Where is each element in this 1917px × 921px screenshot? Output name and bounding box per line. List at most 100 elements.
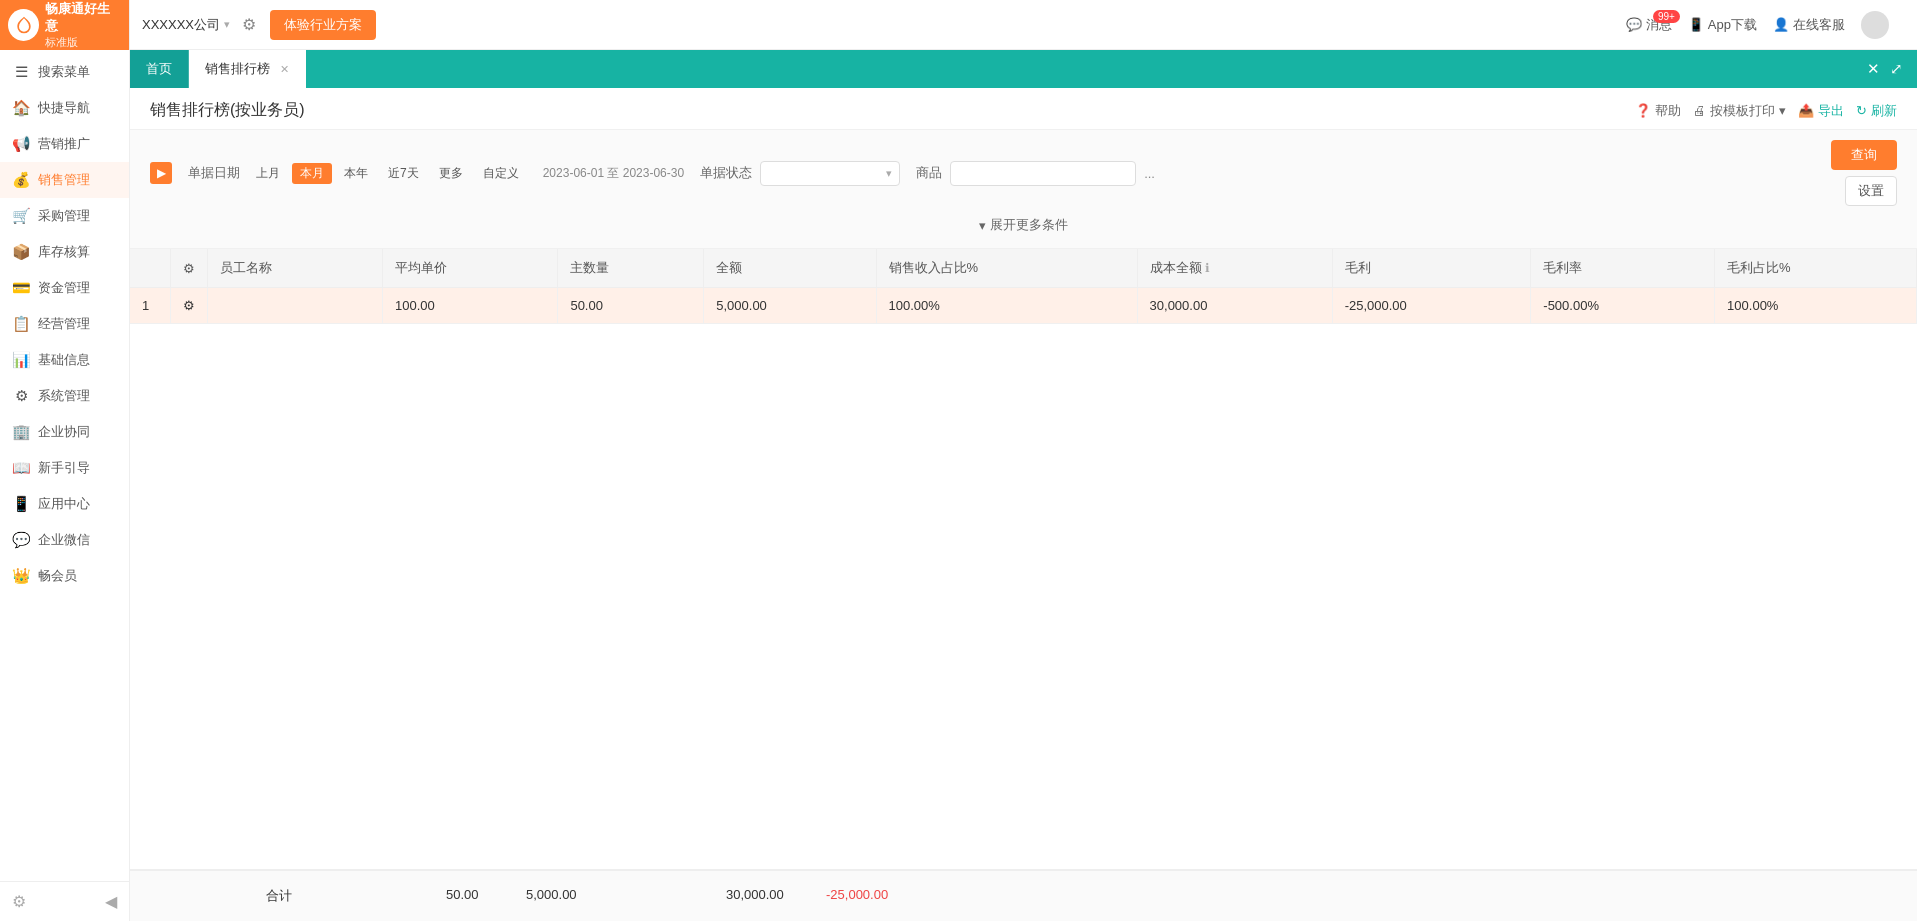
sidebar-label: 应用中心	[38, 495, 90, 513]
apps-icon: 📱	[12, 495, 30, 513]
date-option-last7[interactable]: 近7天	[380, 163, 427, 184]
home-icon: 🏠	[12, 99, 30, 117]
sidebar-item-purchase[interactable]: 🛒 采购管理	[0, 198, 129, 234]
filter-row-main: ▶ 单据日期 上月 本月 本年 近7天 更多 自定义 202	[150, 140, 1897, 206]
export-icon: 📤	[1798, 103, 1814, 118]
sidebar-item-search-order[interactable]: ☰ 搜索菜单	[0, 54, 129, 90]
filter-bar: ▶ 单据日期 上月 本月 本年 近7天 更多 自定义 202	[130, 130, 1917, 249]
print-dropdown-icon: ▾	[1779, 103, 1786, 118]
topbar: XXXXXX公司 ▾ ⚙ 体验行业方案 💬 消息 99+ 📱 App下载 👤 在…	[130, 0, 1917, 50]
footer-cost: 30,000.00	[714, 881, 814, 911]
col-cost: 成本全额 ℹ	[1137, 249, 1332, 288]
logo-icon	[8, 9, 39, 41]
query-button[interactable]: 查询	[1831, 140, 1897, 170]
refresh-button[interactable]: ↻ 刷新	[1856, 102, 1897, 120]
date-option-current-month[interactable]: 本月	[292, 163, 332, 184]
company-dropdown-arrow: ▾	[224, 18, 230, 31]
company-selector[interactable]: XXXXXX公司 ▾	[142, 16, 230, 34]
sidebar-footer: ⚙ ◀	[0, 881, 129, 921]
cell-gross-rate: -500.00%	[1531, 288, 1715, 324]
sidebar-item-member[interactable]: 👑 畅会员	[0, 558, 129, 594]
settings-button[interactable]: 设置	[1845, 176, 1897, 206]
message-icon: 💬	[1626, 17, 1642, 32]
date-range-display: 2023-06-01 至 2023-06-30	[543, 165, 684, 182]
inventory-icon: 📦	[12, 243, 30, 261]
refresh-icon: ↻	[1856, 103, 1867, 118]
sidebar-item-system[interactable]: ⚙ 系统管理	[0, 378, 129, 414]
sidebar-label: 企业微信	[38, 531, 90, 549]
col-quantity: 主数量	[558, 249, 704, 288]
cell-gross-ratio: 100.00%	[1715, 288, 1917, 324]
sidebar-item-basic[interactable]: 📊 基础信息	[0, 342, 129, 378]
window-controls: ✕ ⤢	[1853, 60, 1917, 78]
expand-row: ▾ 展开更多条件	[150, 212, 1897, 238]
window-maximize-icon[interactable]: ⤢	[1890, 60, 1903, 78]
app-download-button[interactable]: 📱 App下载	[1688, 16, 1757, 34]
export-button[interactable]: 📤 导出	[1798, 102, 1844, 120]
sidebar-item-sales[interactable]: 💰 销售管理	[0, 162, 129, 198]
tab-sales-rank[interactable]: 销售排行榜 ✕	[189, 50, 306, 88]
cell-employee	[207, 288, 382, 324]
goods-input[interactable]	[950, 161, 1136, 186]
app-label: App下载	[1708, 16, 1757, 34]
sidebar-item-operations[interactable]: 📋 经营管理	[0, 306, 129, 342]
sidebar-label: 畅会员	[38, 567, 77, 585]
sidebar-item-marketing[interactable]: 📢 营销推广	[0, 126, 129, 162]
footer-avg-price	[354, 881, 434, 911]
app-icon: 📱	[1688, 17, 1704, 32]
cell-amount: 5,000.00	[704, 288, 876, 324]
sidebar-item-apps[interactable]: 📱 应用中心	[0, 486, 129, 522]
table-row: 1 ⚙ 100.00 50.00 5,000.00 100.00% 30,000…	[130, 288, 1917, 324]
cell-cost: 30,000.00	[1137, 288, 1332, 324]
date-option-more[interactable]: 更多	[431, 163, 471, 184]
message-button[interactable]: 💬 消息 99+	[1626, 16, 1672, 34]
topbar-settings-icon[interactable]: ⚙	[242, 15, 256, 34]
window-close-icon[interactable]: ✕	[1867, 60, 1880, 78]
sidebar-item-wechat[interactable]: 💬 企业微信	[0, 522, 129, 558]
date-option-this-year[interactable]: 本年	[336, 163, 376, 184]
footer-amount: 5,000.00	[514, 881, 614, 911]
settings-footer-icon[interactable]: ⚙	[12, 892, 26, 911]
sidebar-item-finance[interactable]: 💳 资金管理	[0, 270, 129, 306]
col-gross-rate: 毛利率	[1531, 249, 1715, 288]
col-settings[interactable]: ⚙	[170, 249, 207, 288]
online-service-button[interactable]: 👤 在线客服	[1773, 16, 1845, 34]
col-gross: 毛利	[1332, 249, 1531, 288]
goods-more-button[interactable]: ...	[1144, 166, 1155, 181]
sidebar-label: 资金管理	[38, 279, 90, 297]
sidebar-nav: ☰ 搜索菜单 🏠 快捷导航 📢 营销推广 💰 销售管理 🛒 采购管理 📦 库存核…	[0, 50, 129, 881]
filter-toggle-button[interactable]: ▶	[150, 162, 172, 184]
sidebar-item-enterprise[interactable]: 🏢 企业协同	[0, 414, 129, 450]
status-select[interactable]	[760, 161, 900, 186]
footer-total-label: 合计	[254, 881, 354, 911]
col-gross-ratio: 毛利占比%	[1715, 249, 1917, 288]
cost-info-icon: ℹ	[1205, 261, 1210, 275]
sales-icon: 💰	[12, 171, 30, 189]
operations-icon: 📋	[12, 315, 30, 333]
date-option-last-month[interactable]: 上月	[248, 163, 288, 184]
cell-gross: -25,000.00	[1332, 288, 1531, 324]
expand-button[interactable]: ▾ 展开更多条件	[979, 212, 1068, 238]
tab-home[interactable]: 首页	[130, 50, 189, 88]
system-icon: ⚙	[12, 387, 30, 405]
collapse-icon[interactable]: ◀	[105, 892, 117, 911]
tab-close-icon[interactable]: ✕	[280, 63, 289, 76]
member-icon: 👑	[12, 567, 30, 585]
basic-icon: 📊	[12, 351, 30, 369]
help-button[interactable]: ❓ 帮助	[1635, 102, 1681, 120]
page-title: 销售排行榜(按业务员)	[150, 100, 305, 121]
sidebar-item-inventory[interactable]: 📦 库存核算	[0, 234, 129, 270]
trial-button[interactable]: 体验行业方案	[270, 10, 376, 40]
date-option-custom[interactable]: 自定义	[475, 163, 527, 184]
sidebar-item-shortcut[interactable]: 🏠 快捷导航	[0, 90, 129, 126]
sidebar-label: 企业协同	[38, 423, 90, 441]
search-order-icon: ☰	[12, 63, 30, 81]
filter-toggle-icon: ▶	[157, 166, 166, 180]
print-button[interactable]: 🖨 按模板打印 ▾	[1693, 102, 1786, 120]
cell-row-settings[interactable]: ⚙	[170, 288, 207, 324]
sidebar-item-guide[interactable]: 📖 新手引导	[0, 450, 129, 486]
status-filter: 单据状态	[700, 161, 900, 186]
user-avatar[interactable]	[1861, 11, 1889, 39]
sidebar-logo: 畅康通好生意 标准版	[0, 0, 129, 50]
expand-icon: ▾	[979, 218, 986, 233]
